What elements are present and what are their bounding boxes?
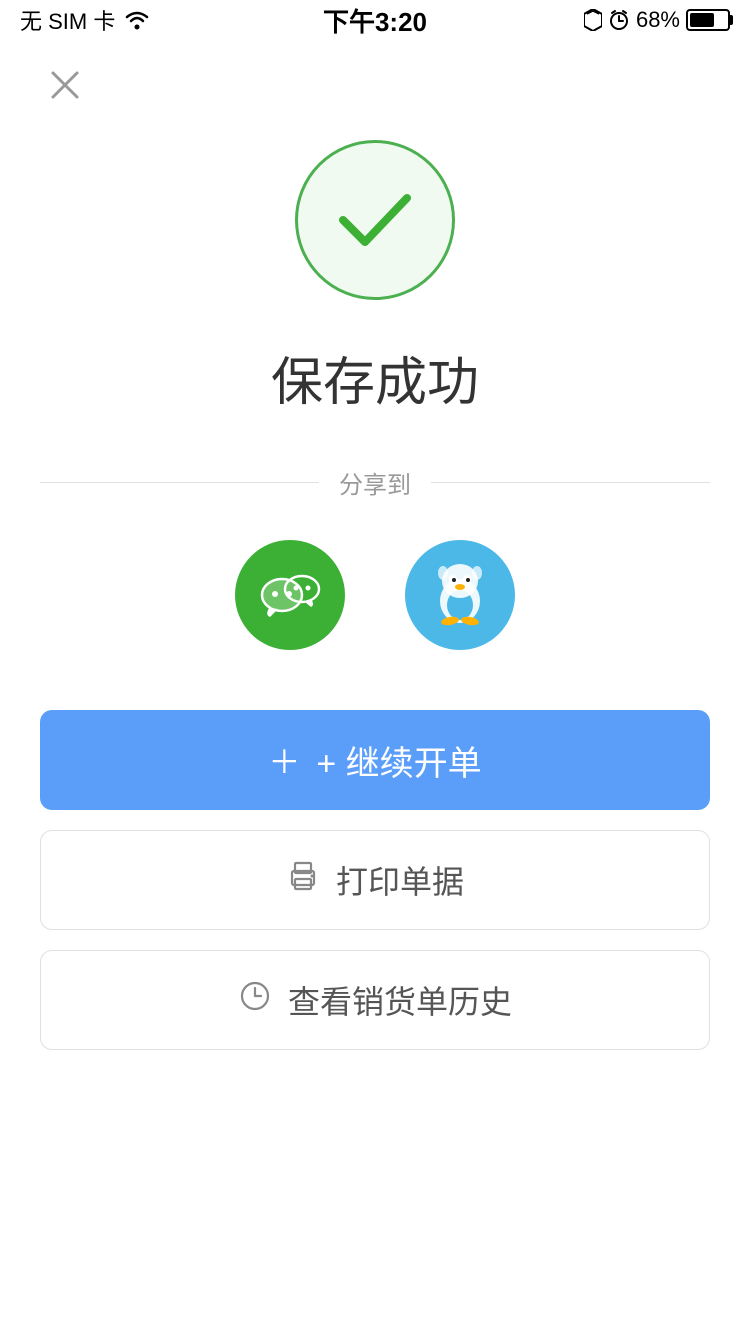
share-icons-container (235, 540, 515, 650)
no-sim-label: 无 SIM 卡 (20, 4, 115, 36)
status-right: 68% (584, 7, 730, 33)
history-button[interactable]: 查看销货单历史 (40, 950, 710, 1050)
share-label: 分享到 (339, 465, 411, 500)
status-time: 下午3:20 (323, 2, 427, 39)
alarm-icon (608, 9, 630, 31)
share-divider: 分享到 (40, 465, 710, 500)
clock-icon (238, 979, 272, 1021)
battery-indicator (686, 9, 730, 31)
divider-right (431, 482, 710, 483)
wifi-icon (123, 9, 151, 31)
history-label: 查看销货单历史 (288, 977, 512, 1023)
checkmark-icon (335, 190, 415, 250)
wechat-icon (255, 565, 325, 625)
wechat-share-button[interactable] (235, 540, 345, 650)
main-content: 保存成功 分享到 (0, 40, 750, 1334)
close-button[interactable] (40, 60, 90, 110)
success-title: 保存成功 (271, 340, 479, 415)
success-indicator (295, 140, 455, 300)
status-left: 无 SIM 卡 (20, 4, 151, 36)
qq-share-button[interactable] (405, 540, 515, 650)
plus-icon: ＋ (268, 737, 300, 783)
close-icon (47, 67, 83, 103)
divider-left (40, 482, 319, 483)
print-icon (286, 859, 320, 901)
battery-label: 68% (636, 7, 680, 33)
continue-button[interactable]: ＋ + 继续开单 (40, 710, 710, 810)
print-label: 打印单据 (336, 857, 464, 903)
qq-icon (428, 559, 492, 631)
continue-label: + 继续开单 (316, 736, 481, 785)
location-icon (584, 9, 602, 31)
status-bar: 无 SIM 卡 下午3:20 68% (0, 0, 750, 40)
print-button[interactable]: 打印单据 (40, 830, 710, 930)
